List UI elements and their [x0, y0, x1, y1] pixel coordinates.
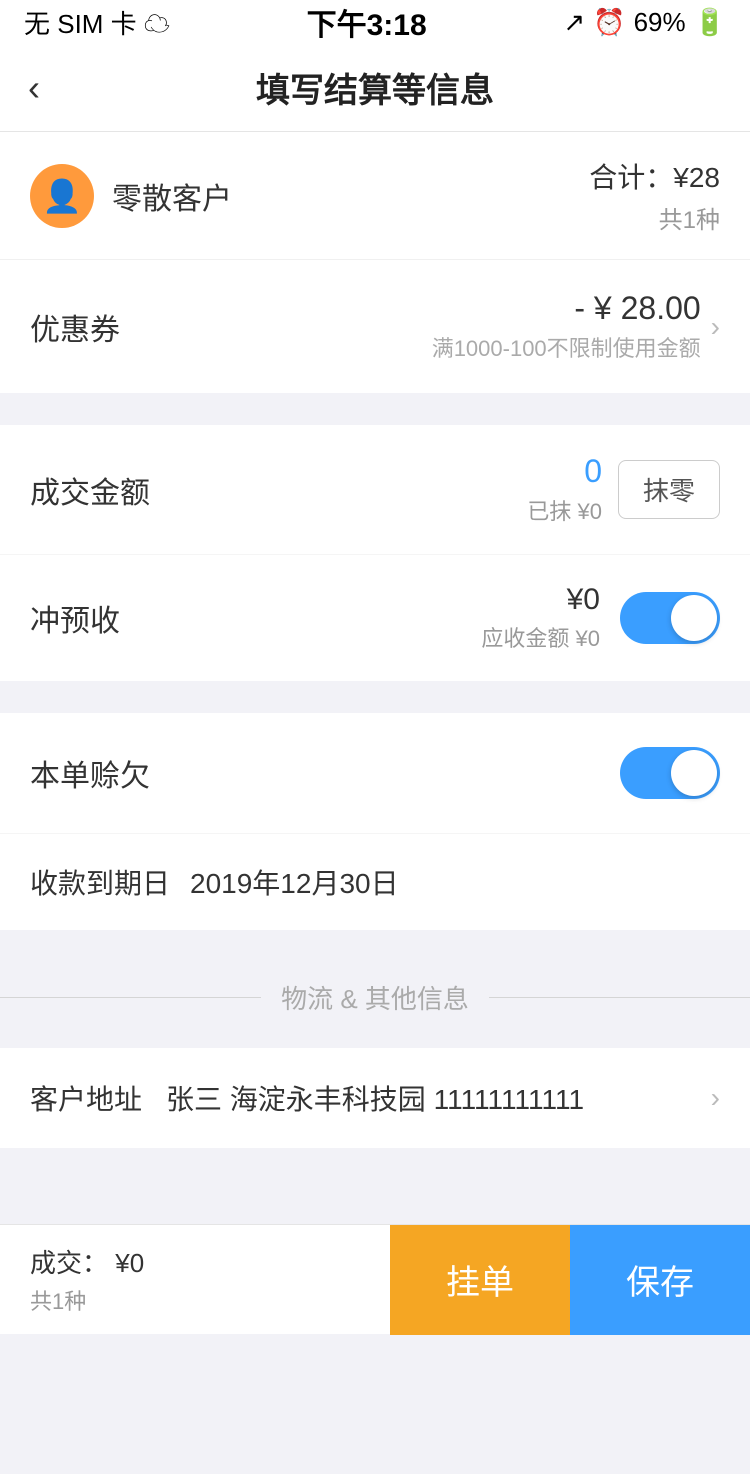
coupon-label: 优惠券 — [30, 305, 120, 349]
due-date-label: 收款到期日 — [30, 862, 170, 902]
status-time: 下午3:18 — [307, 0, 427, 44]
battery-text: 69% — [634, 7, 686, 38]
total-count: 共1种 — [589, 200, 720, 235]
coupon-desc: 满1000-100不限制使用金额 — [432, 331, 701, 363]
deal-amount-value: 0 — [527, 453, 602, 490]
credit-toggle[interactable] — [620, 747, 720, 799]
prepay-label: 冲预收 — [30, 596, 120, 640]
coupon-discount: - ¥ 28.00 — [432, 290, 701, 327]
bottom-deal-label: 成交： — [30, 1248, 108, 1278]
due-date-value: 2019年12月30日 — [190, 862, 399, 902]
credit-section: 本单赊欠 收款到期日 2019年12月30日 — [0, 713, 750, 930]
deal-amount-label: 成交金额 — [30, 468, 150, 512]
coupon-chevron-icon: › — [711, 311, 720, 343]
credit-row: 本单赊欠 — [0, 713, 750, 833]
spacer-1 — [0, 409, 750, 425]
mo-zero-button[interactable]: 抹零 — [618, 460, 720, 519]
bottom-deal-amount: 成交： ¥0 — [30, 1243, 360, 1280]
divider-text: 物流 & 其他信息 — [261, 979, 489, 1016]
back-button[interactable]: ‹ — [28, 67, 40, 109]
prepay-value: ¥0 — [481, 583, 600, 617]
prepay-toggle-knob — [671, 595, 717, 641]
deal-amount-right: 0 已抹 ¥0 抹零 — [527, 453, 720, 526]
deal-amount-sub: 已抹 ¥0 — [527, 494, 602, 526]
prepay-right: ¥0 应收金额 ¥0 — [481, 583, 720, 653]
deal-amount-row: 成交金额 0 已抹 ¥0 抹零 — [0, 425, 750, 555]
spacer-4 — [0, 1032, 750, 1048]
credit-toggle-knob — [671, 750, 717, 796]
bottom-deal-value: ¥0 — [115, 1248, 144, 1278]
prepay-row: 冲预收 ¥0 应收金额 ¥0 — [0, 555, 750, 681]
coupon-row[interactable]: 优惠券 - ¥ 28.00 满1000-100不限制使用金额 › — [0, 259, 750, 393]
avatar-icon: 👤 — [42, 177, 82, 215]
credit-label: 本单赊欠 — [30, 751, 150, 795]
customer-row: 👤 零散客户 合计：¥28 共1种 — [0, 132, 750, 259]
total-amount: 合计：¥28 — [589, 156, 720, 196]
alarm-icon: ⏰ — [593, 7, 625, 38]
deal-section: 成交金额 0 已抹 ¥0 抹零 冲预收 ¥0 应收金额 ¥0 — [0, 425, 750, 681]
address-row[interactable]: 客户地址 张三 海淀永丰科技园 11111111111 › — [0, 1048, 750, 1148]
address-value: 张三 海淀永丰科技园 11111111111 — [166, 1078, 711, 1118]
customer-name: 零散客户 — [112, 174, 232, 218]
customer-section: 👤 零散客户 合计：¥28 共1种 优惠券 - ¥ 28.00 满1000-10… — [0, 132, 750, 393]
bottom-bar: 成交： ¥0 共1种 挂单 保存 — [0, 1224, 750, 1334]
bottom-info: 成交： ¥0 共1种 — [0, 1243, 390, 1316]
hang-order-button[interactable]: 挂单 — [390, 1225, 570, 1335]
page-title: 填写结算等信息 — [256, 63, 494, 112]
prepay-toggle[interactable] — [620, 592, 720, 644]
status-left: 无 SIM 卡 ☁ — [24, 4, 170, 41]
spacer-3 — [0, 946, 750, 962]
logistics-divider: 物流 & 其他信息 — [0, 962, 750, 1032]
nav-bar: ‹ 填写结算等信息 — [0, 44, 750, 132]
address-chevron-icon: › — [711, 1082, 720, 1114]
prepay-value-group: ¥0 应收金额 ¥0 — [481, 583, 600, 653]
bottom-count: 共1种 — [30, 1284, 360, 1316]
coupon-right: - ¥ 28.00 满1000-100不限制使用金额 › — [432, 290, 720, 363]
coupon-info: - ¥ 28.00 满1000-100不限制使用金额 — [432, 290, 701, 363]
address-section: 客户地址 张三 海淀永丰科技园 11111111111 › — [0, 1048, 750, 1148]
avatar: 👤 — [30, 164, 94, 228]
spacer-2 — [0, 697, 750, 713]
customer-right: 合计：¥28 共1种 — [589, 156, 720, 235]
save-button[interactable]: 保存 — [570, 1225, 750, 1335]
status-bar: 无 SIM 卡 ☁ 下午3:18 ↗ ⏰ 69% 🔋 — [0, 0, 750, 44]
address-label: 客户地址 — [30, 1078, 142, 1118]
sim-text: 无 SIM 卡 ☁ — [24, 4, 170, 41]
location-icon: ↗ — [563, 7, 585, 38]
status-right: ↗ ⏰ 69% 🔋 — [563, 7, 726, 38]
deal-amount-value-group: 0 已抹 ¥0 — [527, 453, 602, 526]
battery-icon: 🔋 — [694, 7, 726, 38]
prepay-sub: 应收金额 ¥0 — [481, 621, 600, 653]
customer-left: 👤 零散客户 — [30, 164, 232, 228]
due-date-row: 收款到期日 2019年12月30日 — [0, 833, 750, 930]
